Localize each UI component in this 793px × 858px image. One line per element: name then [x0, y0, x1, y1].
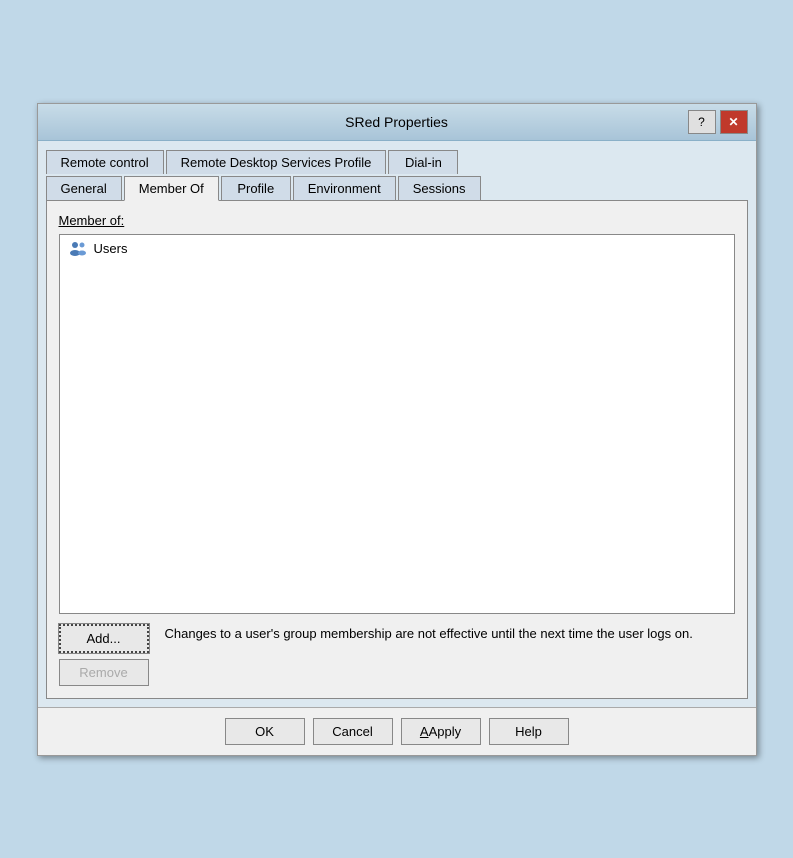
list-item: Users: [64, 239, 730, 259]
member-name: Users: [94, 241, 128, 256]
close-button[interactable]: ✕: [720, 110, 748, 134]
tab-dial-in[interactable]: Dial-in: [388, 150, 458, 174]
title-bar: SRed Properties ? ✕: [38, 104, 756, 141]
title-bar-buttons: ? ✕: [688, 110, 748, 134]
remove-button[interactable]: Remove: [59, 659, 149, 686]
dialog-footer: OK Cancel AApply Help: [38, 707, 756, 755]
help-button[interactable]: ?: [688, 110, 716, 134]
tab-member-of[interactable]: Member Of: [124, 176, 219, 201]
group-icon: [68, 241, 88, 257]
tab-row-2: General Member Of Profile Environment Se…: [46, 175, 748, 200]
tab-content: Member of: Users: [46, 200, 748, 699]
help-footer-button[interactable]: Help: [489, 718, 569, 745]
tab-environment[interactable]: Environment: [293, 176, 396, 201]
action-buttons: Add... Remove: [59, 624, 149, 686]
tab-row-1: Remote control Remote Desktop Services P…: [46, 149, 748, 173]
apply-button[interactable]: AApply: [401, 718, 481, 745]
properties-dialog: SRed Properties ? ✕ Remote control Remot…: [37, 103, 757, 756]
bottom-section: Add... Remove Changes to a user's group …: [59, 624, 735, 686]
notice-text: Changes to a user's group membership are…: [165, 624, 735, 644]
apply-underline-char: AApply: [420, 724, 461, 739]
window-title: SRed Properties: [106, 114, 688, 130]
tab-profile[interactable]: Profile: [221, 176, 291, 201]
cancel-button[interactable]: Cancel: [313, 718, 393, 745]
add-button[interactable]: Add...: [59, 624, 149, 653]
tab-remote-control[interactable]: Remote control: [46, 150, 164, 174]
member-of-label: Member of:: [59, 213, 735, 228]
ok-button[interactable]: OK: [225, 718, 305, 745]
tab-rdp-profile[interactable]: Remote Desktop Services Profile: [166, 150, 387, 174]
tab-sessions[interactable]: Sessions: [398, 176, 481, 201]
tab-general[interactable]: General: [46, 176, 122, 201]
dialog-content: Remote control Remote Desktop Services P…: [38, 141, 756, 707]
member-list[interactable]: Users: [59, 234, 735, 614]
